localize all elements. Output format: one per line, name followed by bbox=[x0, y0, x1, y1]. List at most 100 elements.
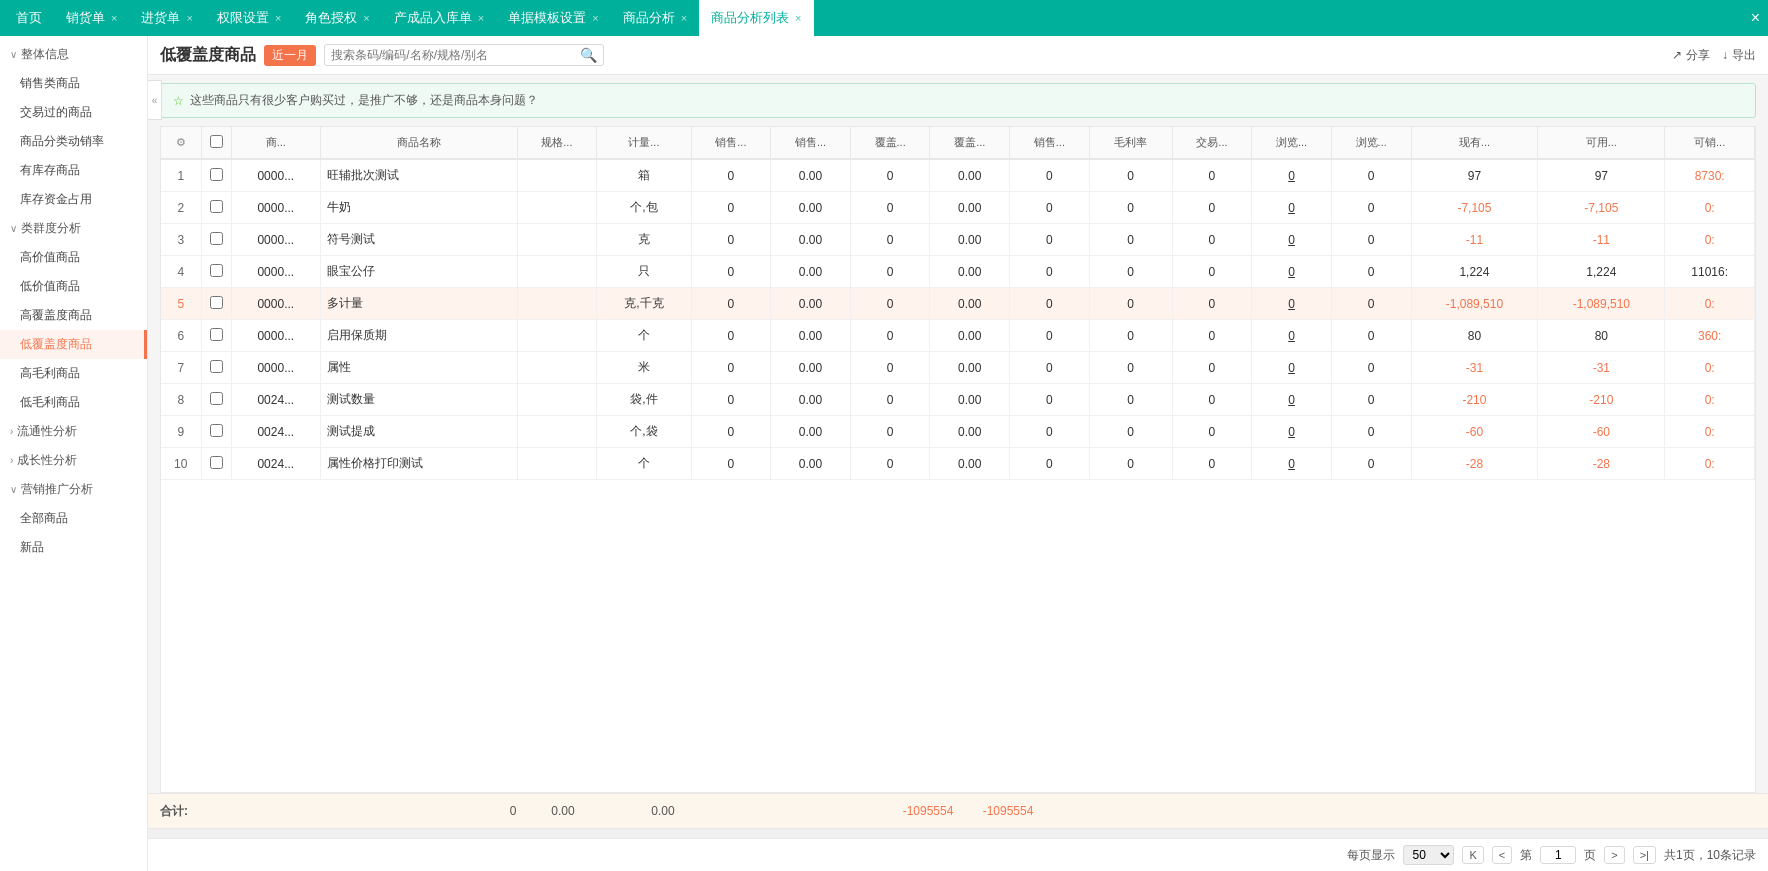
sidebar-item-low-margin[interactable]: 低毛利商品 bbox=[0, 388, 147, 417]
close-icon[interactable]: × bbox=[795, 12, 801, 24]
col-current[interactable]: 现有... bbox=[1411, 127, 1538, 159]
col-cover2[interactable]: 覆盖... bbox=[930, 127, 1010, 159]
close-icon[interactable]: × bbox=[186, 12, 192, 24]
row-browse1[interactable]: 0 bbox=[1252, 384, 1332, 416]
col-code[interactable]: 商... bbox=[231, 127, 321, 159]
col-browse2[interactable]: 浏览... bbox=[1331, 127, 1411, 159]
sidebar-item-high-coverage[interactable]: 高覆盖度商品 bbox=[0, 301, 147, 330]
page-number-input[interactable] bbox=[1540, 846, 1576, 864]
sidebar-item-category-rate[interactable]: 商品分类动销率 bbox=[0, 127, 147, 156]
sidebar-item-all-goods[interactable]: 全部商品 bbox=[0, 504, 147, 533]
sidebar-item-inventory-value[interactable]: 库存资金占用 bbox=[0, 185, 147, 214]
sidebar-item-high-margin[interactable]: 高毛利商品 bbox=[0, 359, 147, 388]
close-icon[interactable]: × bbox=[111, 12, 117, 24]
row-checkbox[interactable] bbox=[210, 168, 223, 181]
nav-tab-warehouse[interactable]: 产成品入库单 × bbox=[382, 0, 496, 36]
col-available[interactable]: 可用... bbox=[1538, 127, 1665, 159]
sidebar-item-new-goods[interactable]: 新品 bbox=[0, 533, 147, 562]
row-checkbox[interactable] bbox=[210, 328, 223, 341]
horizontal-scrollbar[interactable] bbox=[148, 828, 1768, 838]
close-icon[interactable]: × bbox=[478, 12, 484, 24]
col-settings[interactable]: ⚙ bbox=[161, 127, 201, 159]
row-browse1[interactable]: 0 bbox=[1252, 416, 1332, 448]
col-cover1[interactable]: 覆盖... bbox=[850, 127, 930, 159]
col-sales-amt[interactable]: 销售... bbox=[771, 127, 851, 159]
sidebar-item-in-stock[interactable]: 有库存商品 bbox=[0, 156, 147, 185]
search-input[interactable] bbox=[331, 48, 580, 62]
row-browse1[interactable]: 0 bbox=[1252, 256, 1332, 288]
close-icon[interactable]: × bbox=[363, 12, 369, 24]
nav-tab-home[interactable]: 首页 bbox=[4, 0, 54, 36]
row-browse2: 0 bbox=[1331, 416, 1411, 448]
row-unit: 个,包 bbox=[597, 192, 691, 224]
per-page-select[interactable]: 50 20 100 200 bbox=[1403, 845, 1454, 865]
row-checkbox[interactable] bbox=[210, 296, 223, 309]
nav-tab-analysis-list[interactable]: 商品分析列表 × bbox=[699, 0, 813, 36]
table-row: 7 0000... 属性 米 0 0.00 0 0.00 0 0 0 0 0 -… bbox=[161, 352, 1755, 384]
export-button[interactable]: ↓ 导出 bbox=[1722, 47, 1756, 64]
sidebar-item-sales-goods[interactable]: 销售类商品 bbox=[0, 69, 147, 98]
sidebar-section-liquidity[interactable]: › 流通性分析 bbox=[0, 417, 147, 446]
last-page-button[interactable]: >| bbox=[1633, 846, 1656, 864]
row-browse1[interactable]: 0 bbox=[1252, 159, 1332, 192]
table-row: 9 0024... 测试提成 个,袋 0 0.00 0 0.00 0 0 0 0… bbox=[161, 416, 1755, 448]
nav-tab-analysis[interactable]: 商品分析 × bbox=[611, 0, 699, 36]
col-sales2[interactable]: 销售... bbox=[1010, 127, 1090, 159]
row-browse1[interactable]: 0 bbox=[1252, 448, 1332, 480]
sidebar-section-cluster[interactable]: ∨ 类群度分析 bbox=[0, 214, 147, 243]
row-gross-rate: 0 bbox=[1089, 384, 1172, 416]
row-checkbox[interactable] bbox=[210, 264, 223, 277]
row-browse1[interactable]: 0 bbox=[1252, 288, 1332, 320]
row-sellable: 0: bbox=[1665, 224, 1755, 256]
sidebar-item-low-value[interactable]: 低价值商品 bbox=[0, 272, 147, 301]
row-checkbox[interactable] bbox=[210, 360, 223, 373]
row-cover1: 0 bbox=[850, 288, 930, 320]
row-browse1[interactable]: 0 bbox=[1252, 192, 1332, 224]
col-browse1[interactable]: 浏览... bbox=[1252, 127, 1332, 159]
col-sales-qty[interactable]: 销售... bbox=[691, 127, 771, 159]
settings-icon[interactable]: ⚙ bbox=[176, 136, 186, 148]
close-icon[interactable]: × bbox=[681, 12, 687, 24]
nav-tab-templates[interactable]: 单据模板设置 × bbox=[496, 0, 610, 36]
col-sellable[interactable]: 可销... bbox=[1665, 127, 1755, 159]
col-trade[interactable]: 交易... bbox=[1172, 127, 1252, 159]
col-spec[interactable]: 规格... bbox=[517, 127, 597, 159]
row-browse1[interactable]: 0 bbox=[1252, 224, 1332, 256]
nav-tab-permissions[interactable]: 权限设置 × bbox=[205, 0, 293, 36]
row-browse1[interactable]: 0 bbox=[1252, 352, 1332, 384]
close-all-button[interactable]: × bbox=[1751, 9, 1760, 27]
row-checkbox[interactable] bbox=[210, 456, 223, 469]
select-all-checkbox[interactable] bbox=[210, 135, 223, 148]
row-sellable: 360: bbox=[1665, 320, 1755, 352]
sidebar-section-marketing[interactable]: ∨ 营销推广分析 bbox=[0, 475, 147, 504]
nav-tab-sales[interactable]: 销货单 × bbox=[54, 0, 129, 36]
sidebar-section-overview[interactable]: ∨ 整体信息 bbox=[0, 40, 147, 69]
row-cover1: 0 bbox=[850, 224, 930, 256]
sidebar-collapse-button[interactable]: « bbox=[148, 80, 162, 120]
data-table: ⚙ 商... 商品名称 规格... 计量... 销售... 销售... 覆盖..… bbox=[161, 127, 1755, 480]
first-page-button[interactable]: K bbox=[1462, 846, 1483, 864]
row-browse1[interactable]: 0 bbox=[1252, 320, 1332, 352]
sidebar-item-low-coverage[interactable]: 低覆盖度商品 bbox=[0, 330, 147, 359]
row-checkbox[interactable] bbox=[210, 232, 223, 245]
prev-page-button[interactable]: < bbox=[1492, 846, 1512, 864]
sidebar-item-high-value[interactable]: 高价值商品 bbox=[0, 243, 147, 272]
sidebar-item-traded-goods[interactable]: 交易过的商品 bbox=[0, 98, 147, 127]
nav-tab-roles[interactable]: 角色授权 × bbox=[293, 0, 381, 36]
row-checkbox[interactable] bbox=[210, 392, 223, 405]
col-gross-rate[interactable]: 毛利率 bbox=[1089, 127, 1172, 159]
close-icon[interactable]: × bbox=[592, 12, 598, 24]
close-icon[interactable]: × bbox=[275, 12, 281, 24]
nav-tab-purchase[interactable]: 进货单 × bbox=[129, 0, 204, 36]
row-spec bbox=[517, 416, 597, 448]
row-checkbox[interactable] bbox=[210, 200, 223, 213]
content-header: 低覆盖度商品 近一月 🔍 ↗ 分享 ↓ 导出 bbox=[148, 36, 1768, 75]
time-filter-button[interactable]: 近一月 bbox=[264, 45, 316, 66]
next-page-button[interactable]: > bbox=[1604, 846, 1624, 864]
share-button[interactable]: ↗ 分享 bbox=[1672, 47, 1710, 64]
col-unit[interactable]: 计量... bbox=[597, 127, 691, 159]
sidebar-section-growth[interactable]: › 成长性分析 bbox=[0, 446, 147, 475]
row-cover2: 0.00 bbox=[930, 448, 1010, 480]
col-name[interactable]: 商品名称 bbox=[321, 127, 518, 159]
row-checkbox[interactable] bbox=[210, 424, 223, 437]
